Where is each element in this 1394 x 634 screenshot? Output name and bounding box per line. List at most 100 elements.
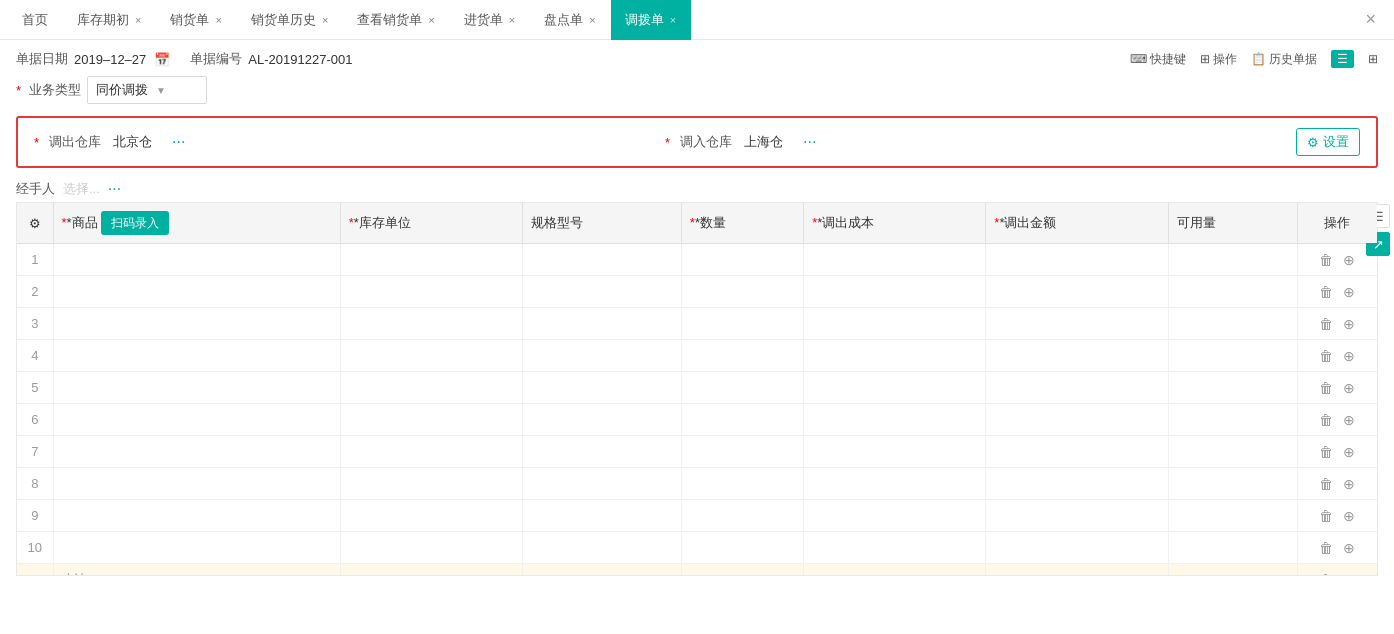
goods-cell-1[interactable] [53, 244, 340, 276]
delete-icon-4[interactable]: 🗑 [1316, 348, 1336, 364]
copy-icon-5[interactable]: ⊕ [1340, 380, 1358, 396]
table-settings-icon[interactable]: ⚙ [29, 216, 41, 231]
copy-icon-3[interactable]: ⊕ [1340, 316, 1358, 332]
delete-icon-3[interactable]: 🗑 [1316, 316, 1336, 332]
delete-icon-6[interactable]: 🗑 [1316, 412, 1336, 428]
calendar-icon[interactable]: 📅 [154, 52, 170, 67]
cost-cell-1[interactable] [804, 244, 986, 276]
qty-cell-9[interactable] [681, 500, 803, 532]
qty-cell-7[interactable] [681, 436, 803, 468]
delete-icon-8[interactable]: 🗑 [1316, 476, 1336, 492]
available-cell-3[interactable] [1168, 308, 1297, 340]
goods-cell-5[interactable] [53, 372, 340, 404]
spec-cell-3[interactable] [522, 308, 681, 340]
cost-cell-5[interactable] [804, 372, 986, 404]
amount-cell-10[interactable] [986, 532, 1168, 564]
available-cell-4[interactable] [1168, 340, 1297, 372]
tab-inventory-check[interactable]: 盘点单 × [530, 0, 610, 40]
copy-icon-8[interactable]: ⊕ [1340, 476, 1358, 492]
available-cell-6[interactable] [1168, 404, 1297, 436]
goods-cell-6[interactable] [53, 404, 340, 436]
cost-cell-2[interactable] [804, 276, 986, 308]
qty-cell-8[interactable] [681, 468, 803, 500]
cost-cell-9[interactable] [804, 500, 986, 532]
amount-cell-1[interactable] [986, 244, 1168, 276]
goods-cell-9[interactable] [53, 500, 340, 532]
amount-cell-7[interactable] [986, 436, 1168, 468]
cost-cell-8[interactable] [804, 468, 986, 500]
handler-value[interactable]: 选择... [63, 180, 100, 198]
unit-cell-6[interactable] [340, 404, 522, 436]
copy-icon-2[interactable]: ⊕ [1340, 284, 1358, 300]
delete-icon-7[interactable]: 🗑 [1316, 444, 1336, 460]
unit-cell-1[interactable] [340, 244, 522, 276]
tab-close-inventory-init[interactable]: × [135, 14, 141, 26]
spec-cell-1[interactable] [522, 244, 681, 276]
amount-cell-6[interactable] [986, 404, 1168, 436]
amount-cell-4[interactable] [986, 340, 1168, 372]
qty-cell-6[interactable] [681, 404, 803, 436]
out-warehouse-more-btn[interactable]: ··· [172, 134, 185, 150]
tab-sales-history[interactable]: 销货单历史 × [237, 0, 343, 40]
business-type-select[interactable]: 同价调拨 ▼ [87, 76, 207, 104]
shortcut-btn[interactable]: ⌨ 快捷键 [1130, 51, 1186, 68]
available-cell-8[interactable] [1168, 468, 1297, 500]
tab-sales-order[interactable]: 销货单 × [156, 0, 236, 40]
goods-cell-4[interactable] [53, 340, 340, 372]
amount-cell-3[interactable] [986, 308, 1168, 340]
available-cell-2[interactable] [1168, 276, 1297, 308]
unit-cell-7[interactable] [340, 436, 522, 468]
amount-cell-2[interactable] [986, 276, 1168, 308]
spec-cell-10[interactable] [522, 532, 681, 564]
qty-cell-2[interactable] [681, 276, 803, 308]
amount-cell-5[interactable] [986, 372, 1168, 404]
history-btn[interactable]: 📋 历史单据 [1251, 51, 1317, 68]
copy-icon-7[interactable]: ⊕ [1340, 444, 1358, 460]
delete-icon-11[interactable]: 🗑 [1316, 572, 1336, 577]
in-warehouse-more-btn[interactable]: ··· [803, 134, 816, 150]
spec-cell-7[interactable] [522, 436, 681, 468]
delete-icon-5[interactable]: 🗑 [1316, 380, 1336, 396]
copy-icon-10[interactable]: ⊕ [1340, 540, 1358, 556]
unit-cell-2[interactable] [340, 276, 522, 308]
layout1-btn[interactable]: ☰ [1331, 50, 1354, 68]
available-cell-9[interactable] [1168, 500, 1297, 532]
goods-cell-7[interactable] [53, 436, 340, 468]
copy-icon-9[interactable]: ⊕ [1340, 508, 1358, 524]
spec-cell-5[interactable] [522, 372, 681, 404]
warehouse-settings-btn[interactable]: ⚙ 设置 [1296, 128, 1360, 156]
goods-cell-3[interactable] [53, 308, 340, 340]
handler-more-btn[interactable]: ··· [108, 181, 121, 197]
available-cell-10[interactable] [1168, 532, 1297, 564]
tab-transfer[interactable]: 调拨单 × [611, 0, 691, 40]
col-settings[interactable]: ⚙ [17, 203, 53, 244]
operations-btn[interactable]: ⊞ 操作 [1200, 51, 1237, 68]
tab-purchase-order[interactable]: 进货单 × [450, 0, 530, 40]
cost-cell-10[interactable] [804, 532, 986, 564]
spec-cell-8[interactable] [522, 468, 681, 500]
available-cell-1[interactable] [1168, 244, 1297, 276]
tab-close-sales-history[interactable]: × [322, 14, 328, 26]
tab-close-purchase-order[interactable]: × [509, 14, 515, 26]
tab-inventory-init[interactable]: 库存期初 × [63, 0, 156, 40]
amount-cell-9[interactable] [986, 500, 1168, 532]
scan-input-btn[interactable]: 扫码录入 [101, 211, 169, 235]
available-cell-5[interactable] [1168, 372, 1297, 404]
goods-cell-10[interactable] [53, 532, 340, 564]
delete-icon-10[interactable]: 🗑 [1316, 540, 1336, 556]
available-cell-7[interactable] [1168, 436, 1297, 468]
cost-cell-7[interactable] [804, 436, 986, 468]
delete-icon-1[interactable]: 🗑 [1316, 252, 1336, 268]
unit-cell-8[interactable] [340, 468, 522, 500]
qty-cell-10[interactable] [681, 532, 803, 564]
delete-icon-9[interactable]: 🗑 [1316, 508, 1336, 524]
cost-cell-3[interactable] [804, 308, 986, 340]
tab-home[interactable]: 首页 [8, 0, 63, 40]
spec-cell-2[interactable] [522, 276, 681, 308]
tab-view-sales[interactable]: 查看销货单 × [343, 0, 449, 40]
copy-icon-4[interactable]: ⊕ [1340, 348, 1358, 364]
unit-cell-9[interactable] [340, 500, 522, 532]
window-close-button[interactable]: × [1355, 9, 1386, 30]
qty-cell-1[interactable] [681, 244, 803, 276]
spec-cell-4[interactable] [522, 340, 681, 372]
